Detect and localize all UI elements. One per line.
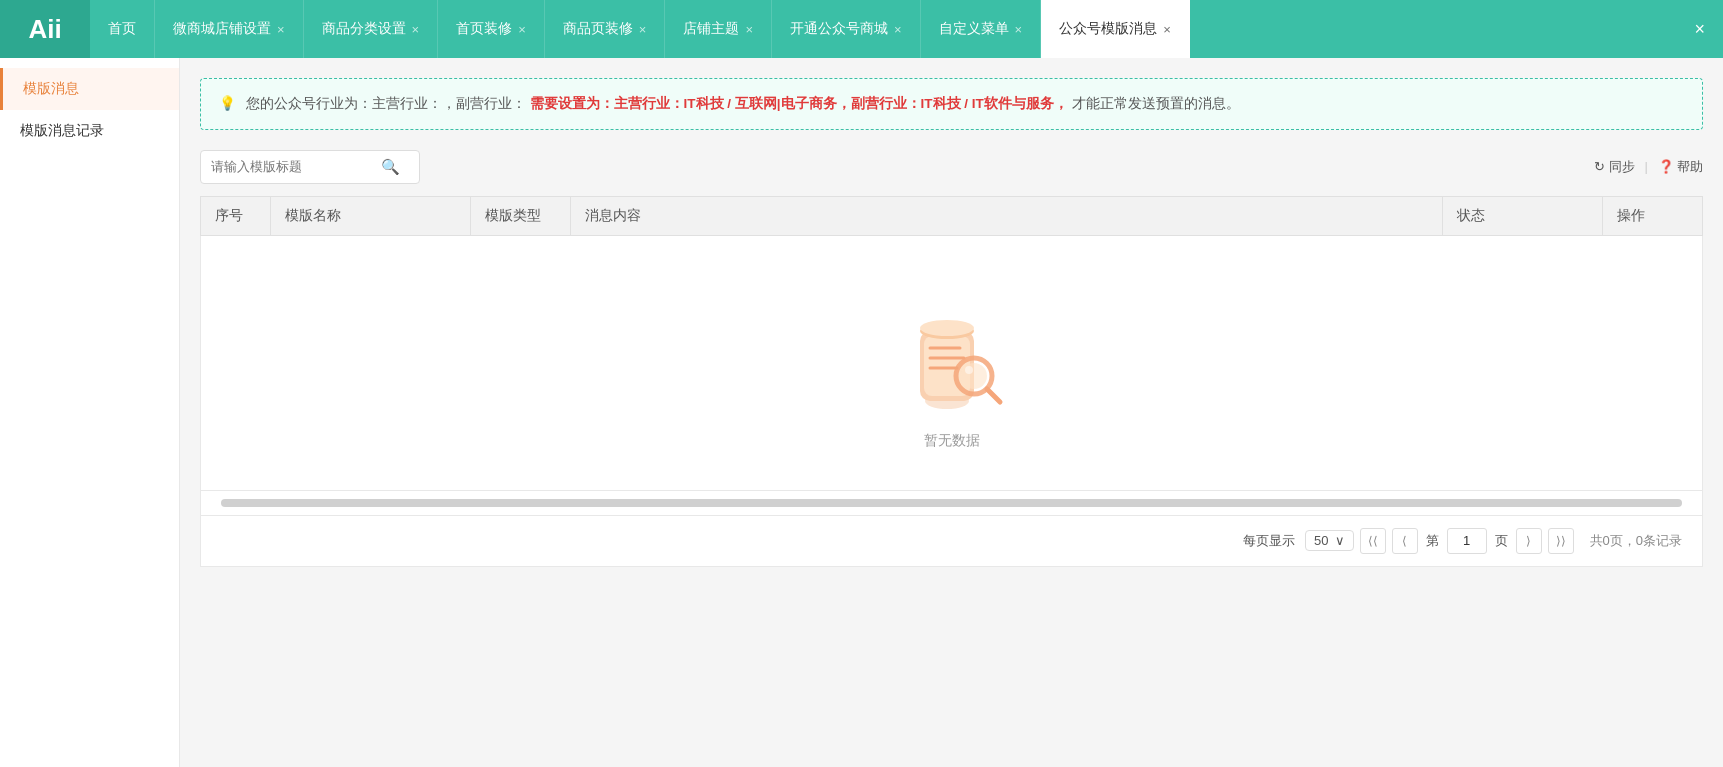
logo: Aii xyxy=(0,0,90,58)
nav-tabs: 首页 微商城店铺设置 × 商品分类设置 × 首页装修 × 商品页装修 × 店铺主… xyxy=(90,0,1676,58)
close-icon[interactable]: × xyxy=(277,22,285,37)
search-icon[interactable]: 🔍 xyxy=(381,158,400,176)
notice-highlight: 需要设置为：主营行业：IT科技 / 互联网|电子商务，副营行业：IT科技 / I… xyxy=(530,96,1068,111)
nav-tab-template-msg[interactable]: 公众号模版消息 × xyxy=(1041,0,1190,58)
page-label-pre: 第 xyxy=(1426,532,1439,550)
close-icon[interactable]: × xyxy=(412,22,420,37)
nav-tab-open-mall[interactable]: 开通公众号商城 × xyxy=(772,0,921,58)
svg-rect-2 xyxy=(924,336,970,396)
empty-state: 暂无数据 xyxy=(201,236,1702,490)
per-page-value: 50 xyxy=(1314,533,1328,548)
svg-point-7 xyxy=(920,320,974,336)
sidebar-item-template-msg-record[interactable]: 模版消息记录 xyxy=(0,110,179,152)
scrollbar-row xyxy=(200,491,1703,516)
search-input[interactable] xyxy=(211,159,381,174)
svg-point-9 xyxy=(961,363,987,389)
nav-tab-category-settings[interactable]: 商品分类设置 × xyxy=(304,0,439,58)
nav-tab-home[interactable]: 首页 xyxy=(90,0,155,58)
next-page-button[interactable]: ⟩ xyxy=(1516,528,1542,554)
main-content: 💡 您的公众号行业为：主营行业：，副营行业： 需要设置为：主营行业：IT科技 /… xyxy=(180,58,1723,767)
top-nav: Aii 首页 微商城店铺设置 × 商品分类设置 × 首页装修 × 商品页装修 ×… xyxy=(0,0,1723,58)
toolbar-right: ↻ 同步 | ❓ 帮助 xyxy=(1594,158,1703,176)
per-page-select[interactable]: 50 ∨ xyxy=(1305,530,1353,551)
nav-tab-custom-menu[interactable]: 自定义菜单 × xyxy=(921,0,1042,58)
divider: | xyxy=(1645,159,1648,174)
total-info: 共0页，0条记录 xyxy=(1590,532,1682,550)
svg-point-11 xyxy=(965,366,973,374)
close-icon[interactable]: × xyxy=(639,22,647,37)
svg-line-10 xyxy=(987,389,1000,402)
nav-tab-product-decor[interactable]: 商品页装修 × xyxy=(545,0,666,58)
pagination-bar: 每页显示 50 ∨ ⟨⟨ ⟨ 第 页 ⟩ ⟩⟩ 共0页，0条记录 xyxy=(200,516,1703,567)
chevron-down-icon: ∨ xyxy=(1335,533,1345,548)
close-icon[interactable]: × xyxy=(1163,22,1171,37)
close-icon[interactable]: × xyxy=(518,22,526,37)
notice-text-after: 才能正常发送预置的消息。 xyxy=(1072,96,1240,111)
notice-text-before: 您的公众号行业为：主营行业：，副营行业： xyxy=(246,96,526,111)
col-header-name: 模版名称 xyxy=(271,196,471,235)
notice-box: 💡 您的公众号行业为：主营行业：，副营行业： 需要设置为：主营行业：IT科技 /… xyxy=(200,78,1703,130)
nav-tab-store-theme[interactable]: 店铺主题 × xyxy=(665,0,772,58)
refresh-icon: ↻ xyxy=(1594,159,1605,174)
last-page-button[interactable]: ⟩⟩ xyxy=(1548,528,1574,554)
page-input[interactable] xyxy=(1447,528,1487,554)
sidebar: 模版消息 模版消息记录 xyxy=(0,58,180,767)
close-all-button[interactable]: × xyxy=(1676,19,1723,40)
data-table: 序号 模版名称 模版类型 消息内容 状态 操作 xyxy=(200,196,1703,491)
bulb-icon: 💡 xyxy=(219,96,236,111)
per-page-label: 每页显示 xyxy=(1243,532,1295,550)
col-header-seq: 序号 xyxy=(201,196,271,235)
help-button[interactable]: ❓ 帮助 xyxy=(1658,158,1703,176)
col-header-action: 操作 xyxy=(1603,196,1703,235)
nav-tab-store-settings[interactable]: 微商城店铺设置 × xyxy=(155,0,304,58)
empty-icon xyxy=(892,296,1012,416)
horizontal-scrollbar[interactable] xyxy=(221,499,1682,507)
prev-page-button[interactable]: ⟨ xyxy=(1392,528,1418,554)
first-page-button[interactable]: ⟨⟨ xyxy=(1360,528,1386,554)
col-header-status: 状态 xyxy=(1443,196,1603,235)
close-icon[interactable]: × xyxy=(745,22,753,37)
search-input-wrap: 🔍 xyxy=(200,150,420,184)
nav-tab-homepage-decor[interactable]: 首页装修 × xyxy=(438,0,545,58)
col-header-type: 模版类型 xyxy=(471,196,571,235)
logo-text: Ai xyxy=(28,14,54,45)
col-header-content: 消息内容 xyxy=(571,196,1443,235)
help-icon: ❓ xyxy=(1658,159,1674,174)
layout: 模版消息 模版消息记录 💡 您的公众号行业为：主营行业：，副营行业： 需要设置为… xyxy=(0,58,1723,767)
sidebar-item-template-msg[interactable]: 模版消息 xyxy=(0,68,179,110)
page-label-post: 页 xyxy=(1495,532,1508,550)
search-bar: 🔍 ↻ 同步 | ❓ 帮助 xyxy=(200,150,1703,184)
close-icon[interactable]: × xyxy=(1015,22,1023,37)
close-icon[interactable]: × xyxy=(894,22,902,37)
sync-button[interactable]: ↻ 同步 xyxy=(1594,158,1635,176)
empty-text: 暂无数据 xyxy=(201,432,1702,450)
